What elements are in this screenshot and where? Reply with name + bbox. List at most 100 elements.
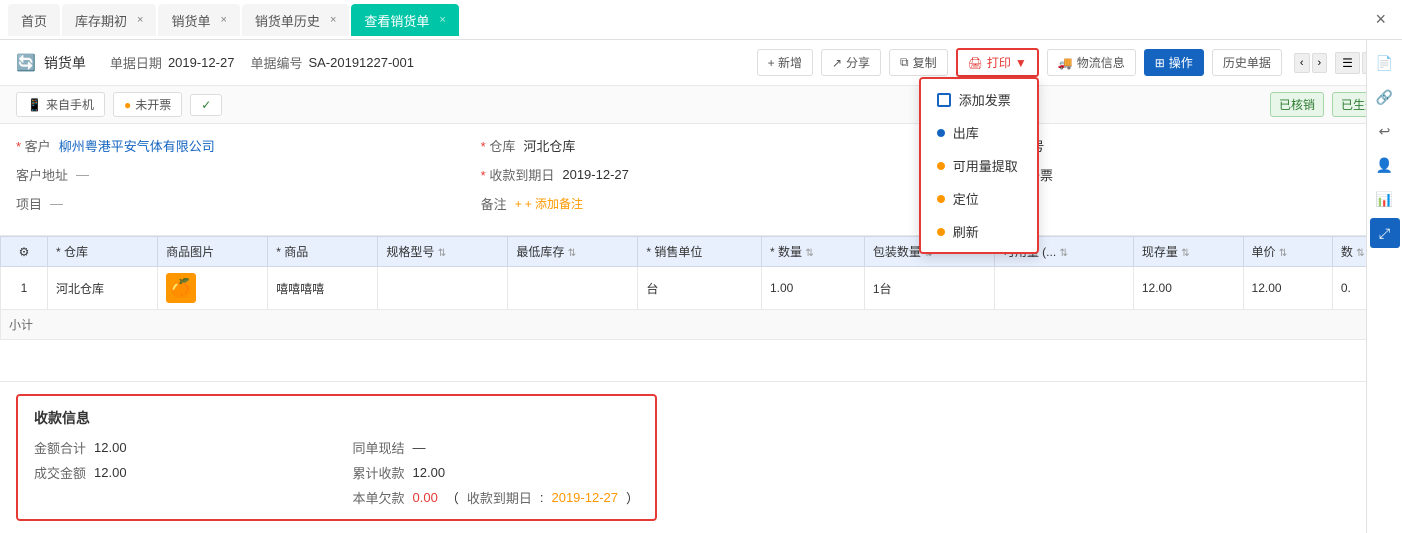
tab-view-sales-close[interactable]: × [439, 14, 445, 26]
col-settings[interactable]: ⚙ [1, 237, 48, 267]
doc-number-field: 单据编号 SA-20191227-001 [250, 53, 414, 72]
add-note-label: + 添加备注 [525, 195, 583, 212]
col-sales-unit: * 销售单位 [638, 237, 762, 267]
same-order-label: 同单现结 [353, 438, 405, 457]
table-area: ⚙ * 仓库 商品图片 * 商品 规格型号 ⇅ 最低库存 [0, 236, 1402, 381]
logistics-label: 物流信息 [1077, 54, 1125, 71]
sidebar-link-icon[interactable]: 🔗 [1370, 82, 1400, 112]
cumulative-payment-row: 累计收款 12.00 [353, 463, 640, 482]
list-view-btn[interactable]: ☰ [1335, 52, 1360, 74]
col-unit-price-label: 单价 [1252, 245, 1276, 259]
phone-icon: 📱 [27, 98, 42, 112]
col-product-img: 商品图片 [158, 237, 268, 267]
row-warehouse: 河北仓库 [48, 267, 158, 310]
doc-actions: + 新增 ↗ 分享 ⧉ 复制 🖨 打印 ▼ 添加发票 [757, 48, 1386, 77]
row-current-stock: 12.00 [1133, 267, 1243, 310]
address-value: — [76, 167, 89, 182]
note-label: 备注 [481, 194, 507, 213]
col-spec: 规格型号 ⇅ [378, 237, 508, 267]
refresh-label: 刷新 [953, 222, 979, 241]
form-row-2: 客户地址 — 收款到期日 2019-12-27 票据类型 不开票 [16, 165, 1386, 184]
available-qty-icon [937, 162, 945, 170]
operations-button[interactable]: ⊞ 操作 [1144, 49, 1204, 76]
logistics-icon: 🚚 [1058, 56, 1073, 70]
sidebar-expand-icon[interactable]: ⤢ [1370, 218, 1400, 248]
sidebar-user-icon[interactable]: 👤 [1370, 150, 1400, 180]
operations-dropdown: 添加发票 出库 可用量提取 定位 [919, 77, 1039, 254]
col-current-stock: 现存量 ⇅ [1133, 237, 1243, 267]
total-amount-row: 金额合计 12.00 [34, 438, 321, 457]
doc-title: 销货单 [44, 53, 86, 73]
tab-sales-order[interactable]: 销货单 × [158, 4, 239, 36]
col-unit-price-sort: ⇅ [1279, 248, 1287, 259]
dropdown-refresh[interactable]: 刷新 [921, 215, 1037, 248]
copy-icon: ⧉ [900, 55, 909, 70]
print-label: 打印 [987, 54, 1011, 71]
out-stock-icon [937, 129, 945, 137]
add-invoice-label: 添加发票 [959, 90, 1011, 109]
add-note-btn[interactable]: + + 添加备注 [515, 195, 583, 212]
from-phone-btn[interactable]: 📱 来自手机 [16, 92, 105, 117]
address-field: 客户地址 — [16, 165, 457, 184]
copy-button[interactable]: ⧉ 复制 [889, 49, 948, 76]
tab-view-sales[interactable]: 查看销货单 × [351, 4, 458, 36]
sold-badge: 已核销 [1270, 92, 1324, 117]
from-phone-label: 来自手机 [46, 96, 94, 113]
dropdown-available-qty[interactable]: 可用量提取 [921, 149, 1037, 182]
dropdown-add-invoice[interactable]: 添加发票 [921, 83, 1037, 116]
available-qty-label: 可用量提取 [953, 156, 1018, 175]
history-button[interactable]: 历史单据 [1212, 49, 1282, 76]
dropdown-out-stock[interactable]: 出库 [921, 116, 1037, 149]
transaction-amount-label: 成交金额 [34, 463, 86, 482]
due-date-label: 收款到期日 [467, 488, 532, 507]
tab-home[interactable]: 首页 [8, 4, 60, 36]
not-open-btn[interactable]: ● 未开票 [113, 92, 182, 117]
subtotal-label: 小计 [1, 310, 1402, 340]
payment-date-value: 2019-12-27 [562, 167, 629, 182]
col-min-stock-sort: ⇅ [568, 248, 576, 259]
print-button[interactable]: 🖨 打印 ▼ [956, 48, 1039, 77]
transaction-amount-row: 成交金额 12.00 [34, 463, 321, 482]
refresh-icon [937, 228, 945, 236]
history-label: 历史单据 [1223, 54, 1271, 71]
sidebar-doc-icon[interactable]: 📄 [1370, 48, 1400, 78]
due-date-prefix: （ [446, 488, 459, 507]
col-min-stock: 最低库存 ⇅ [508, 237, 638, 267]
row-pack-qty: 1台 [864, 267, 994, 310]
tab-sales-order-close[interactable]: × [220, 14, 226, 26]
confirm-btn[interactable]: ✓ [190, 94, 222, 116]
tab-inventory-init-close[interactable]: × [137, 14, 143, 26]
col-amount-label: 数 [1341, 245, 1353, 259]
col-warehouse: * 仓库 [48, 237, 158, 267]
tab-sales-history[interactable]: 销货单历史 × [242, 4, 349, 36]
new-button[interactable]: + 新增 [757, 49, 813, 76]
sidebar-return-icon[interactable]: ↩ [1370, 116, 1400, 146]
col-current-stock-sort: ⇅ [1181, 248, 1189, 259]
same-order-value: — [413, 440, 426, 455]
table-row: 1 河北仓库 🍊 嘻嘻嘻嘻 台 [1, 267, 1402, 310]
doc-meta: 单据日期 2019-12-27 单据编号 SA-20191227-001 [110, 53, 414, 72]
row-product-img: 🍊 [158, 267, 268, 310]
table-header-row: ⚙ * 仓库 商品图片 * 商品 规格型号 ⇅ 最低库存 [1, 237, 1402, 267]
col-quantity-sort: ⇅ [805, 248, 813, 259]
copy-label: 复制 [913, 54, 937, 71]
due-date-value[interactable]: 2019-12-27 [551, 490, 618, 505]
logistics-button[interactable]: 🚚 物流信息 [1047, 49, 1136, 76]
tab-inventory-init[interactable]: 库存期初 × [62, 4, 156, 36]
customer-value[interactable]: 柳州粤港平安气体有限公司 [59, 136, 215, 155]
payment-grid: 金额合计 12.00 同单现结 — 成交金额 12.00 累计收款 12.00 … [34, 438, 639, 507]
doc-header: 🔄 销货单 单据日期 2019-12-27 单据编号 SA-20191227-0… [0, 40, 1402, 86]
page-close-btn[interactable]: × [1367, 9, 1394, 30]
print-wrapper: 🖨 打印 ▼ 添加发票 出库 可用量提取 [956, 48, 1039, 77]
project-field: 项目 — [16, 194, 457, 213]
not-open-label: 未开票 [135, 96, 171, 113]
col-sales-unit-label: * 销售单位 [646, 245, 702, 259]
next-button[interactable]: › [1312, 53, 1328, 73]
tab-sales-history-close[interactable]: × [330, 14, 336, 26]
operations-label: 操作 [1169, 54, 1193, 71]
dropdown-locate[interactable]: 定位 [921, 182, 1037, 215]
sidebar-chart-icon[interactable]: 📊 [1370, 184, 1400, 214]
share-button[interactable]: ↗ 分享 [821, 49, 881, 76]
doc-date-label: 单据日期 [110, 53, 162, 72]
prev-button[interactable]: ‹ [1294, 53, 1310, 73]
